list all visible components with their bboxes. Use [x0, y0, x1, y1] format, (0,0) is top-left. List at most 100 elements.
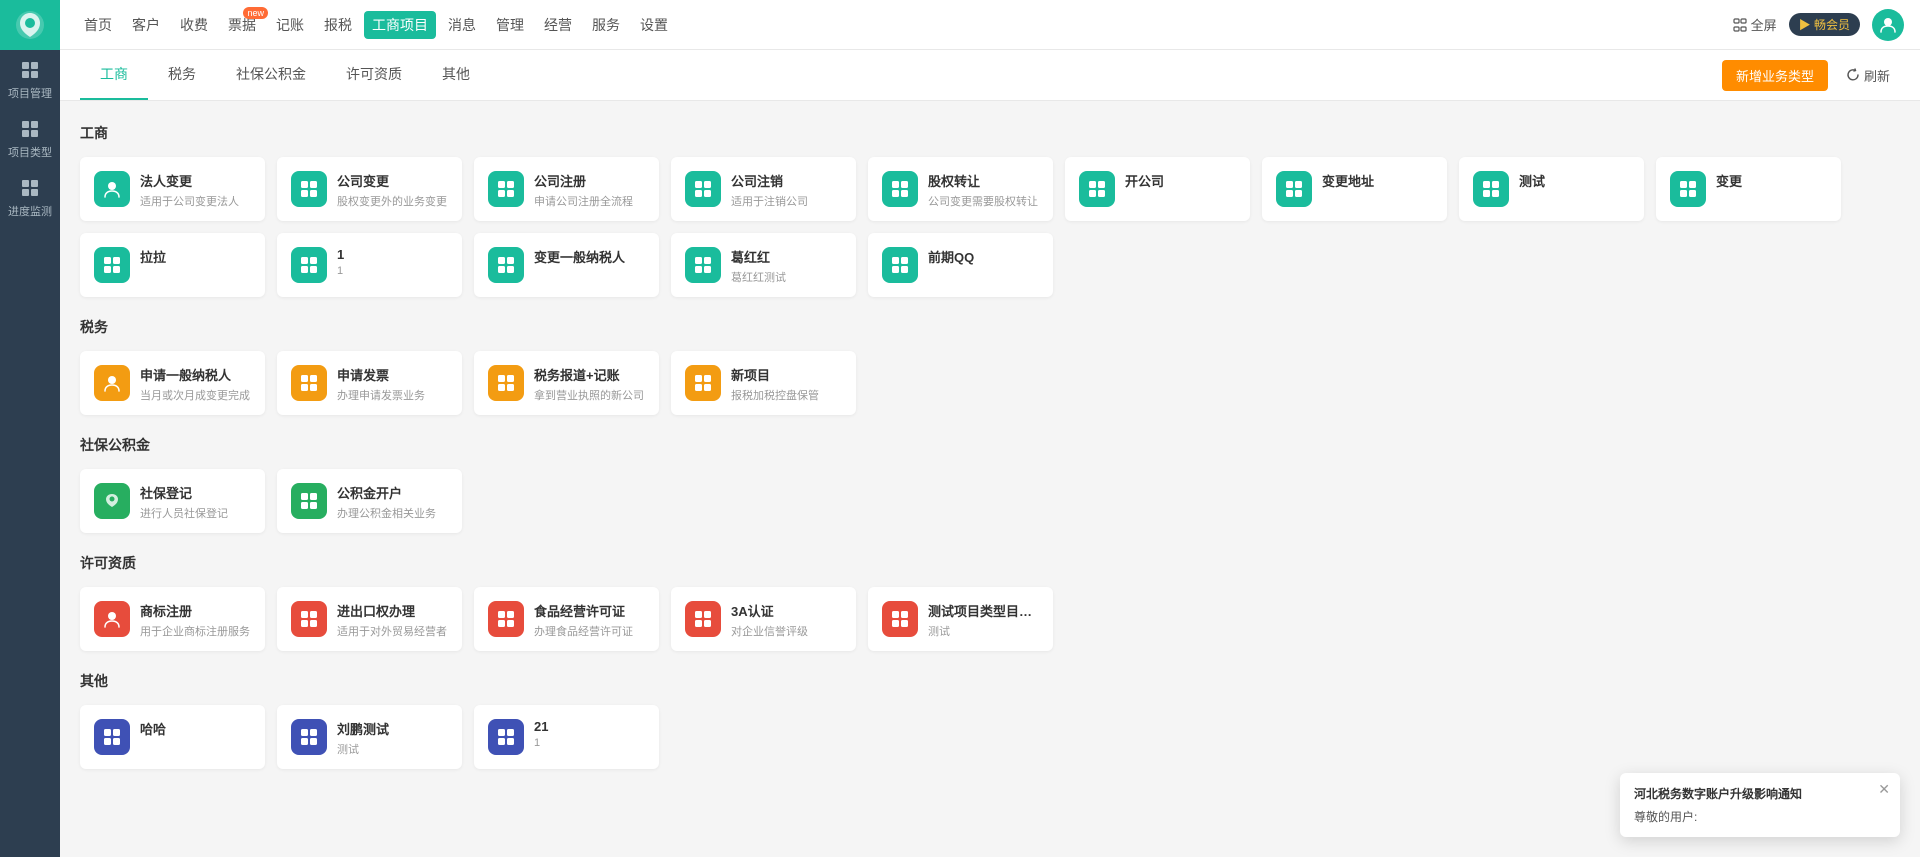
card-name-open-company: 开公司: [1125, 171, 1236, 190]
card-one[interactable]: 11: [277, 233, 462, 297]
card-desc-fund-open: 办理公积金相关业务: [337, 505, 448, 521]
card-name-3a-cert: 3A认证: [731, 601, 842, 620]
card-open-company[interactable]: 开公司: [1065, 157, 1250, 221]
card-name-food-license: 食品经营许可证: [534, 601, 645, 620]
topnav-item-client[interactable]: 客户: [124, 11, 168, 39]
card-qianqi-qq[interactable]: 前期QQ: [868, 233, 1053, 297]
sidebar-items: 项目管理 项目类型 进度监测: [8, 50, 52, 227]
card-new-project[interactable]: 新项目报税加税控盘保管: [671, 351, 856, 415]
card-company-register[interactable]: 公司注册申请公司注册全流程: [474, 157, 659, 221]
card-change[interactable]: 变更: [1656, 157, 1841, 221]
card-test[interactable]: 测试: [1459, 157, 1644, 221]
card-trademark[interactable]: 商标注册用于企业商标注册服务: [80, 587, 265, 651]
card-legal-change[interactable]: 法人变更适用于公司变更法人: [80, 157, 265, 221]
card-desc-apply-taxpayer: 当月或次月成变更完成: [140, 387, 251, 403]
card-info-lala: 拉拉: [140, 247, 251, 269]
card-company-cancel[interactable]: 公司注销适用于注销公司: [671, 157, 856, 221]
topnav-right: 全屏 ▶ 畅会员: [1733, 9, 1904, 41]
tab-other[interactable]: 其他: [422, 50, 490, 100]
card-icon-twenty-one: [488, 719, 524, 755]
card-apply-invoice[interactable]: 申请发票办理申请发票业务: [277, 351, 462, 415]
card-name-company-cancel: 公司注销: [731, 171, 842, 190]
sidebar-logo[interactable]: [0, 0, 60, 50]
card-fund-open[interactable]: 公积金开户办理公积金相关业务: [277, 469, 462, 533]
topnav-item-invoice[interactable]: 票据new: [220, 11, 264, 39]
cards-grid-license: 商标注册用于企业商标注册服务进出口权办理适用于对外贸易经营者食品经营许可证办理食…: [80, 587, 1900, 651]
card-liupeng-test[interactable]: 刘鹏测试测试: [277, 705, 462, 769]
vip-btn[interactable]: ▶ 畅会员: [1789, 13, 1860, 36]
card-icon-test: [1473, 171, 1509, 207]
topnav-item-billing[interactable]: 收费: [172, 11, 216, 39]
card-social-register[interactable]: 社保登记进行人员社保登记: [80, 469, 265, 533]
topnav-item-tax[interactable]: 报税: [316, 11, 360, 39]
sidebar-icon-progress-monitor: [18, 176, 42, 200]
card-icon-lala: [94, 247, 130, 283]
avatar[interactable]: [1872, 9, 1904, 41]
card-mohonghong[interactable]: 葛红红葛红红测试: [671, 233, 856, 297]
card-company-change[interactable]: 公司变更股权变更外的业务变更: [277, 157, 462, 221]
card-info-twenty-one: 211: [534, 719, 645, 749]
card-3a-cert[interactable]: 3A认证对企业信誉评级: [671, 587, 856, 651]
tab-social[interactable]: 社保公积金: [216, 50, 326, 100]
card-icon-import-export: [291, 601, 327, 637]
sidebar-item-project-type[interactable]: 项目类型: [8, 109, 52, 168]
card-icon-change: [1670, 171, 1706, 207]
fullscreen-btn[interactable]: 全屏: [1733, 15, 1777, 34]
card-info-liupeng-test: 刘鹏测试测试: [337, 719, 448, 757]
tab-tax[interactable]: 税务: [148, 50, 216, 100]
card-info-haha: 哈哈: [140, 719, 251, 741]
card-equity-transfer[interactable]: 股权转让公司变更需要股权转让: [868, 157, 1053, 221]
add-type-button[interactable]: 新增业务类型: [1722, 60, 1828, 91]
card-name-apply-invoice: 申请发票: [337, 365, 448, 384]
card-tax-report-book[interactable]: 税务报道+记账拿到营业执照的新公司: [474, 351, 659, 415]
topnav-item-bookkeeping[interactable]: 记账: [268, 11, 312, 39]
tab-industry[interactable]: 工商: [80, 50, 148, 100]
tab-bar: 工商税务社保公积金许可资质其他 新增业务类型 刷新: [60, 50, 1920, 101]
card-info-company-cancel: 公司注销适用于注销公司: [731, 171, 842, 209]
card-desc-social-register: 进行人员社保登记: [140, 505, 251, 521]
sidebar-item-progress-monitor[interactable]: 进度监测: [8, 168, 52, 227]
card-info-mohonghong: 葛红红葛红红测试: [731, 247, 842, 285]
card-icon-qianqi-qq: [882, 247, 918, 283]
tab-license[interactable]: 许可资质: [326, 50, 422, 100]
notification-close-btn[interactable]: ✕: [1878, 781, 1890, 798]
card-desc-company-cancel: 适用于注销公司: [731, 193, 842, 209]
topnav-item-message[interactable]: 消息: [440, 11, 484, 39]
card-name-change-taxpayer: 变更一般纳税人: [534, 247, 645, 266]
card-desc-mohonghong: 葛红红测试: [731, 269, 842, 285]
page-content: 工商税务社保公积金许可资质其他 新增业务类型 刷新 工商法人变更适用于公司变更法…: [60, 50, 1920, 857]
topnav-item-industry[interactable]: 工商项目: [364, 11, 436, 39]
card-desc-liupeng-test: 测试: [337, 741, 448, 757]
card-change-address[interactable]: 变更地址: [1262, 157, 1447, 221]
card-icon-change-address: [1276, 171, 1312, 207]
card-name-mohonghong: 葛红红: [731, 247, 842, 266]
sidebar-label-project-manage: 项目管理: [8, 85, 52, 101]
card-test-type-def[interactable]: 测试项目类型目定义测试: [868, 587, 1053, 651]
card-info-apply-invoice: 申请发票办理申请发票业务: [337, 365, 448, 403]
main-content: 工商法人变更适用于公司变更法人公司变更股权变更外的业务变更公司注册申请公司注册全…: [60, 101, 1920, 805]
card-import-export[interactable]: 进出口权办理适用于对外贸易经营者: [277, 587, 462, 651]
card-info-legal-change: 法人变更适用于公司变更法人: [140, 171, 251, 209]
fullscreen-label: 全屏: [1751, 15, 1777, 34]
vip-label: ▶: [1799, 18, 1814, 32]
sidebar-item-project-manage[interactable]: 项目管理: [8, 50, 52, 109]
topnav-item-service[interactable]: 服务: [584, 11, 628, 39]
card-haha[interactable]: 哈哈: [80, 705, 265, 769]
card-lala[interactable]: 拉拉: [80, 233, 265, 297]
card-food-license[interactable]: 食品经营许可证办理食品经营许可证: [474, 587, 659, 651]
card-info-open-company: 开公司: [1125, 171, 1236, 193]
card-info-social-register: 社保登记进行人员社保登记: [140, 483, 251, 521]
notification-title: 河北税务数字账户升级影响通知: [1634, 785, 1886, 802]
card-desc-food-license: 办理食品经营许可证: [534, 623, 645, 639]
card-change-taxpayer[interactable]: 变更一般纳税人: [474, 233, 659, 297]
topnav-item-manage[interactable]: 管理: [488, 11, 532, 39]
topnav-item-settings[interactable]: 设置: [632, 11, 676, 39]
card-twenty-one[interactable]: 211: [474, 705, 659, 769]
card-apply-taxpayer[interactable]: 申请一般纳税人当月或次月成变更完成: [80, 351, 265, 415]
refresh-button[interactable]: 刷新: [1836, 60, 1900, 91]
topnav-item-operation[interactable]: 经营: [536, 11, 580, 39]
card-name-apply-taxpayer: 申请一般纳税人: [140, 365, 251, 384]
card-desc-one: 1: [337, 265, 448, 277]
card-info-change-taxpayer: 变更一般纳税人: [534, 247, 645, 269]
topnav-item-home[interactable]: 首页: [76, 11, 120, 39]
